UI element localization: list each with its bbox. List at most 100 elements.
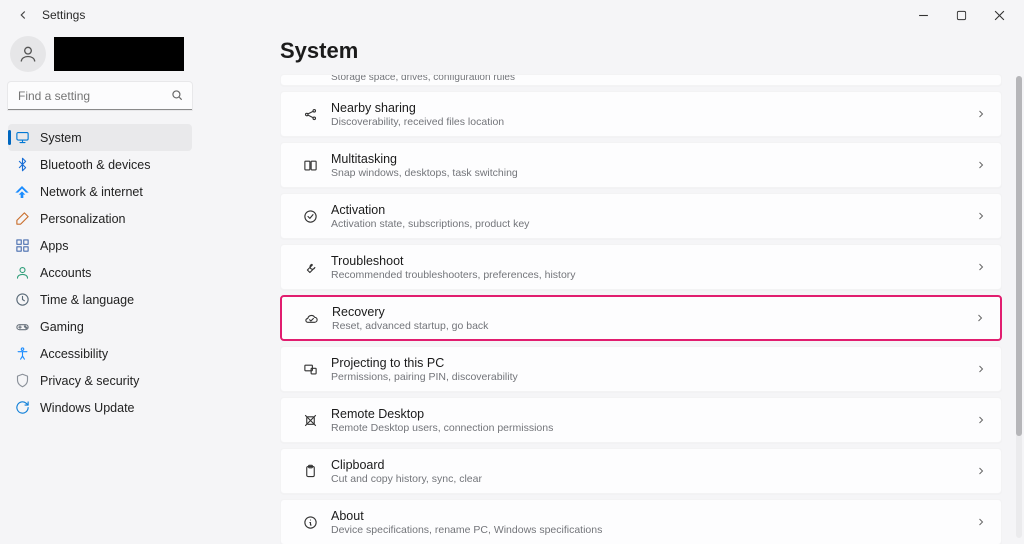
row-desc: Recommended troubleshooters, preferences… [331,269,975,281]
sidebar-item-label: Apps [40,239,69,253]
chevron-right-icon [974,312,986,324]
search-box[interactable] [8,82,192,110]
avatar [10,36,46,72]
row-desc: Device specifications, rename PC, Window… [331,524,975,536]
check-circle-icon [295,209,325,224]
list-item-about[interactable]: AboutDevice specifications, rename PC, W… [280,499,1002,544]
wifi-icon [14,184,30,200]
sidebar-item-time-language[interactable]: Time & language [8,286,192,313]
row-title: Multitasking [331,152,975,166]
chevron-right-icon [975,363,987,375]
sidebar-item-gaming[interactable]: Gaming [8,313,192,340]
list-item-activation[interactable]: ActivationActivation state, subscription… [280,193,1002,239]
list-item-multitasking[interactable]: MultitaskingSnap windows, desktops, task… [280,142,1002,188]
sidebar-item-accounts[interactable]: Accounts [8,259,192,286]
list-item-troubleshoot[interactable]: TroubleshootRecommended troubleshooters,… [280,244,1002,290]
wrench-icon [295,260,325,275]
row-desc: Snap windows, desktops, task switching [331,167,975,179]
chevron-right-icon [975,516,987,528]
sidebar-item-label: Personalization [40,212,125,226]
chevron-right-icon [975,414,987,426]
chevron-right-icon [975,261,987,273]
close-button[interactable] [980,2,1018,28]
clipboard-icon [295,464,325,479]
list-item-clipboard[interactable]: ClipboardCut and copy history, sync, cle… [280,448,1002,494]
sidebar-item-label: Gaming [40,320,84,334]
row-title: Troubleshoot [331,254,975,268]
project-icon [295,362,325,377]
row-desc: Storage space, drives, configuration rul… [331,74,987,83]
sidebar-item-privacy-security[interactable]: Privacy & security [8,367,192,394]
sidebar-item-accessibility[interactable]: Accessibility [8,340,192,367]
sidebar-item-label: Privacy & security [40,374,139,388]
row-title: Clipboard [331,458,975,472]
sidebar-item-label: Network & internet [40,185,143,199]
scrollbar-thumb[interactable] [1016,76,1022,436]
app-title: Settings [42,8,85,22]
list-item-recovery[interactable]: RecoveryReset, advanced startup, go back [280,295,1002,341]
list-item-nearby-sharing[interactable]: Nearby sharingDiscoverability, received … [280,91,1002,137]
sidebar-item-label: Accounts [40,266,91,280]
page-title: System [280,38,1002,64]
clock-globe-icon [14,292,30,308]
multitask-icon [295,158,325,173]
minimize-button[interactable] [904,2,942,28]
cloud-sync-icon [296,311,326,326]
row-title: About [331,509,975,523]
sidebar-item-system[interactable]: System [8,124,192,151]
sidebar-item-windows-update[interactable]: Windows Update [8,394,192,421]
settings-list: Storage space, drives, configuration rul… [280,74,1002,544]
row-title: Nearby sharing [331,101,975,115]
sidebar-item-personalization[interactable]: Personalization [8,205,192,232]
vertical-scrollbar[interactable] [1016,76,1022,538]
row-title: Projecting to this PC [331,356,975,370]
maximize-button[interactable] [942,2,980,28]
account-header[interactable] [10,36,192,72]
display-icon [14,130,30,146]
person-icon [14,265,30,281]
back-button[interactable] [12,4,34,26]
sidebar-item-bluetooth-devices[interactable]: Bluetooth & devices [8,151,192,178]
search-input[interactable] [8,82,192,110]
row-desc: Cut and copy history, sync, clear [331,473,975,485]
accessibility-icon [14,346,30,362]
list-item-storage-partial[interactable]: Storage space, drives, configuration rul… [280,74,1002,86]
update-icon [14,400,30,416]
sidebar-item-apps[interactable]: Apps [8,232,192,259]
gamepad-icon [14,319,30,335]
chevron-right-icon [975,465,987,477]
list-item-projecting[interactable]: Projecting to this PCPermissions, pairin… [280,346,1002,392]
brush-icon [14,211,30,227]
chevron-right-icon [975,159,987,171]
sidebar-item-network-internet[interactable]: Network & internet [8,178,192,205]
row-title: Recovery [332,305,974,319]
info-icon [295,515,325,530]
row-desc: Activation state, subscriptions, product… [331,218,975,230]
sidebar-item-label: System [40,131,82,145]
bluetooth-icon [14,157,30,173]
sidebar-item-label: Time & language [40,293,134,307]
search-icon [170,88,184,102]
row-desc: Permissions, pairing PIN, discoverabilit… [331,371,975,383]
settings-list-viewport: Storage space, drives, configuration rul… [280,74,1002,544]
main-content: System Storage space, drives, configurat… [200,30,1024,544]
row-title: Remote Desktop [331,407,975,421]
chevron-right-icon [975,108,987,120]
remote-icon [295,413,325,428]
row-title: Activation [331,203,975,217]
row-desc: Discoverability, received files location [331,116,975,128]
sidebar-item-label: Bluetooth & devices [40,158,151,172]
sidebar-item-label: Accessibility [40,347,108,361]
list-item-remote-desktop[interactable]: Remote DesktopRemote Desktop users, conn… [280,397,1002,443]
apps-icon [14,238,30,254]
shield-icon [14,373,30,389]
sidebar: System Bluetooth & devices Network & inter… [0,30,200,544]
row-desc: Remote Desktop users, connection permiss… [331,422,975,434]
account-name-redacted [54,37,184,71]
share-icon [295,107,325,122]
title-bar: Settings [0,0,1024,30]
sidebar-item-label: Windows Update [40,401,135,415]
sidebar-nav: System Bluetooth & devices Network & inter… [8,124,192,421]
window-controls [904,2,1018,28]
chevron-right-icon [975,210,987,222]
